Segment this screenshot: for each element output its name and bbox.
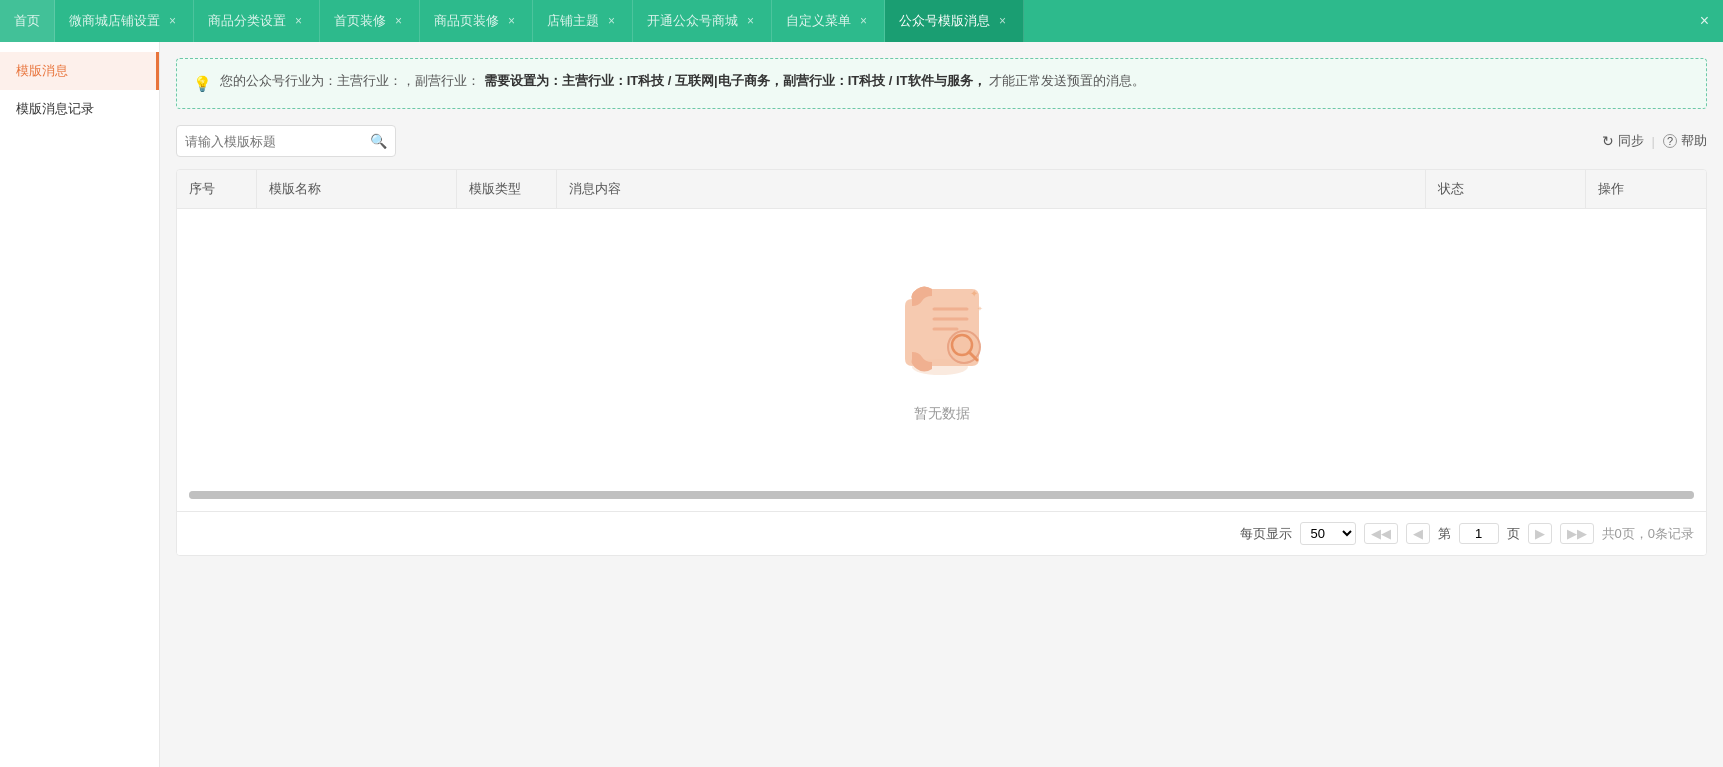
close-custom-menu-icon[interactable]: × — [857, 12, 870, 30]
first-page-button[interactable]: ◀◀ — [1364, 523, 1398, 544]
th-type: 模版类型 — [457, 170, 557, 208]
nav-tab-home[interactable]: 首页 — [0, 0, 55, 42]
nav-tab-shop-settings-label: 微商城店铺设置 — [69, 12, 160, 30]
notice-suffix: 才能正常发送预置的消息。 — [989, 73, 1145, 88]
close-shop-settings-icon[interactable]: × — [166, 12, 179, 30]
nav-tab-homepage-decor[interactable]: 首页装修 × — [320, 0, 420, 42]
search-icon[interactable]: 🔍 — [370, 133, 387, 149]
nav-tab-shop-theme[interactable]: 店铺主题 × — [533, 0, 633, 42]
search-input[interactable] — [185, 134, 370, 149]
notice-highlight: 需要设置为：主营行业：IT科技 / 互联网|电子商务，副营行业：IT科技 / I… — [484, 73, 986, 88]
pagination: 每页显示 50 20 100 ◀◀ ◀ 第 页 ▶ ▶▶ 共0页，0条记录 — [177, 511, 1706, 555]
notice-text: 您的公众号行业为：主营行业：，副营行业： 需要设置为：主营行业：IT科技 / 互… — [220, 71, 1145, 92]
th-content: 消息内容 — [557, 170, 1426, 208]
nav-tab-shop-settings[interactable]: 微商城店铺设置 × — [55, 0, 194, 42]
total-info: 共0页，0条记录 — [1602, 525, 1694, 543]
prev-page-button[interactable]: ◀ — [1406, 523, 1430, 544]
th-status: 状态 — [1426, 170, 1586, 208]
help-button[interactable]: ? 帮助 — [1663, 132, 1707, 150]
per-page-select[interactable]: 50 20 100 — [1300, 522, 1356, 545]
sidebar-item-template-msg-label: 模版消息 — [16, 63, 68, 78]
search-bar: 🔍 ↻ 同步 | ? 帮助 — [176, 125, 1707, 157]
th-name: 模版名称 — [257, 170, 457, 208]
notice-prefix: 您的公众号行业为：主营行业：，副营行业： — [220, 73, 480, 88]
nav-tab-open-wechat-shop-label: 开通公众号商城 — [647, 12, 738, 30]
sidebar: 模版消息 模版消息记录 — [0, 42, 160, 767]
empty-state: ✦ ✦ 暂无数据 — [177, 209, 1706, 483]
nav-tab-product-decor-label: 商品页装修 — [434, 12, 499, 30]
page-label: 第 — [1438, 525, 1451, 543]
empty-icon: ✦ ✦ — [882, 269, 1002, 389]
close-homepage-decor-icon[interactable]: × — [392, 12, 405, 30]
per-page-label: 每页显示 — [1240, 525, 1292, 543]
page-unit: 页 — [1507, 525, 1520, 543]
action-divider: | — [1652, 134, 1655, 149]
help-label: 帮助 — [1681, 132, 1707, 150]
nav-tab-custom-menu-label: 自定义菜单 — [786, 12, 851, 30]
horizontal-scrollbar-track[interactable] — [177, 491, 1706, 511]
template-table: 序号 模版名称 模版类型 消息内容 状态 操作 — [176, 169, 1707, 556]
help-icon: ? — [1663, 134, 1677, 148]
sidebar-item-template-msg-records-label: 模版消息记录 — [16, 101, 94, 116]
nav-tab-template-msg-label: 公众号模版消息 — [899, 12, 990, 30]
scrollbar-thumb — [189, 491, 1694, 499]
top-nav: 首页 微商城店铺设置 × 商品分类设置 × 首页装修 × 商品页装修 × 店铺主… — [0, 0, 1723, 42]
bulb-icon: 💡 — [193, 72, 212, 96]
close-product-decor-icon[interactable]: × — [505, 12, 518, 30]
svg-text:✦: ✦ — [970, 288, 978, 299]
sidebar-item-template-msg[interactable]: 模版消息 — [0, 52, 159, 90]
search-input-wrapper: 🔍 — [176, 125, 396, 157]
th-action: 操作 — [1586, 170, 1706, 208]
close-template-msg-icon[interactable]: × — [996, 12, 1009, 30]
nav-tab-template-msg[interactable]: 公众号模版消息 × — [885, 0, 1024, 42]
next-page-button[interactable]: ▶ — [1528, 523, 1552, 544]
nav-tab-category-settings[interactable]: 商品分类设置 × — [194, 0, 320, 42]
sidebar-item-template-msg-records[interactable]: 模版消息记录 — [0, 90, 159, 128]
nav-tab-shop-theme-label: 店铺主题 — [547, 12, 599, 30]
last-page-button[interactable]: ▶▶ — [1560, 523, 1594, 544]
sync-button[interactable]: ↻ 同步 — [1602, 132, 1644, 150]
svg-text:✦: ✦ — [977, 305, 983, 312]
empty-text: 暂无数据 — [914, 405, 970, 423]
sync-icon: ↻ — [1602, 133, 1614, 149]
scrollbar-track — [189, 491, 1694, 499]
search-right-actions: ↻ 同步 | ? 帮助 — [1602, 132, 1707, 150]
page-input[interactable] — [1459, 523, 1499, 544]
nav-tab-custom-menu[interactable]: 自定义菜单 × — [772, 0, 885, 42]
close-shop-theme-icon[interactable]: × — [605, 12, 618, 30]
main-layout: 模版消息 模版消息记录 💡 您的公众号行业为：主营行业：，副营行业： 需要设置为… — [0, 42, 1723, 767]
nav-tab-open-wechat-shop[interactable]: 开通公众号商城 × — [633, 0, 772, 42]
nav-tab-product-decor[interactable]: 商品页装修 × — [420, 0, 533, 42]
nav-tab-category-settings-label: 商品分类设置 — [208, 12, 286, 30]
close-open-wechat-shop-icon[interactable]: × — [744, 12, 757, 30]
close-all-tabs-button[interactable]: × — [1686, 0, 1723, 42]
close-category-settings-icon[interactable]: × — [292, 12, 305, 30]
content-area: 💡 您的公众号行业为：主营行业：，副营行业： 需要设置为：主营行业：IT科技 /… — [160, 42, 1723, 767]
nav-tab-home-label: 首页 — [14, 12, 40, 30]
notice-box: 💡 您的公众号行业为：主营行业：，副营行业： 需要设置为：主营行业：IT科技 /… — [176, 58, 1707, 109]
th-index: 序号 — [177, 170, 257, 208]
nav-tab-homepage-decor-label: 首页装修 — [334, 12, 386, 30]
table-header: 序号 模版名称 模版类型 消息内容 状态 操作 — [177, 170, 1706, 209]
sync-label: 同步 — [1618, 132, 1644, 150]
